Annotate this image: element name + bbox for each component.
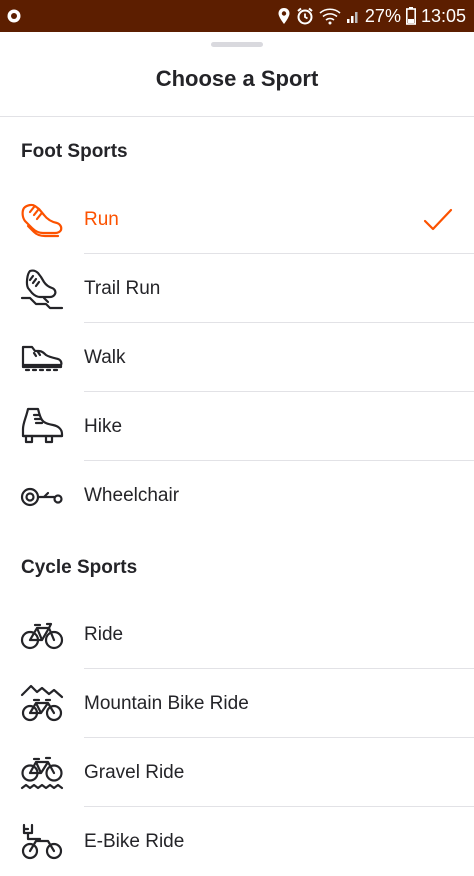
location-icon — [277, 7, 291, 25]
status-icons: 27% 13:05 — [277, 0, 466, 32]
sport-label-ride: Ride — [84, 624, 124, 645]
sheet-title: Choose a Sport — [155, 66, 319, 91]
choose-sport-sheet: Choose a Sport Foot Sports Run Trail Run… — [0, 32, 474, 860]
sport-option-ride[interactable]: Ride — [0, 600, 474, 669]
run-shoe-icon — [20, 199, 64, 241]
divider — [0, 116, 474, 117]
battery-icon — [405, 7, 416, 25]
sport-label-gravel-ride: Gravel Ride — [84, 762, 185, 783]
record-icon — [6, 8, 22, 24]
mountain-bike-icon — [20, 683, 64, 725]
sport-option-gravel-ride[interactable]: Gravel Ride — [0, 738, 474, 807]
sport-option-walk[interactable]: Walk — [0, 323, 474, 392]
status-bar: 27% 13:05 — [0, 0, 474, 32]
clock-time: 13:05 — [420, 5, 466, 26]
sport-label-walk: Walk — [84, 347, 126, 368]
sport-label-mountain-bike-ride: Mountain Bike Ride — [84, 693, 249, 714]
section-header-foot-sports: Foot Sports — [21, 141, 128, 162]
drag-handle[interactable] — [211, 42, 263, 47]
wheelchair-icon — [20, 475, 64, 517]
section-header-cycle-sports: Cycle Sports — [21, 557, 138, 578]
checkmark-icon — [422, 204, 454, 236]
sport-label-trail-run: Trail Run — [84, 278, 161, 299]
sport-option-hike[interactable]: Hike — [0, 392, 474, 461]
sport-option-trail-run[interactable]: Trail Run — [0, 254, 474, 323]
sport-option-run[interactable]: Run — [0, 185, 474, 254]
gravel-bike-icon — [20, 752, 64, 794]
wifi-icon — [319, 7, 341, 25]
sport-label-run: Run — [84, 209, 119, 230]
walk-shoe-icon — [20, 337, 64, 379]
sport-label-wheelchair: Wheelchair — [84, 485, 180, 506]
bike-icon — [20, 614, 64, 656]
hike-boot-icon — [20, 406, 64, 448]
trail-run-shoe-icon — [20, 268, 64, 310]
signal-icon — [346, 8, 360, 24]
battery-percent: 27% — [364, 5, 401, 26]
alarm-icon — [296, 7, 314, 25]
sport-label-hike: Hike — [84, 416, 123, 437]
e-bike-icon — [20, 821, 64, 863]
sport-option-wheelchair[interactable]: Wheelchair — [0, 461, 474, 530]
sport-option-mountain-bike-ride[interactable]: Mountain Bike Ride — [0, 669, 474, 738]
